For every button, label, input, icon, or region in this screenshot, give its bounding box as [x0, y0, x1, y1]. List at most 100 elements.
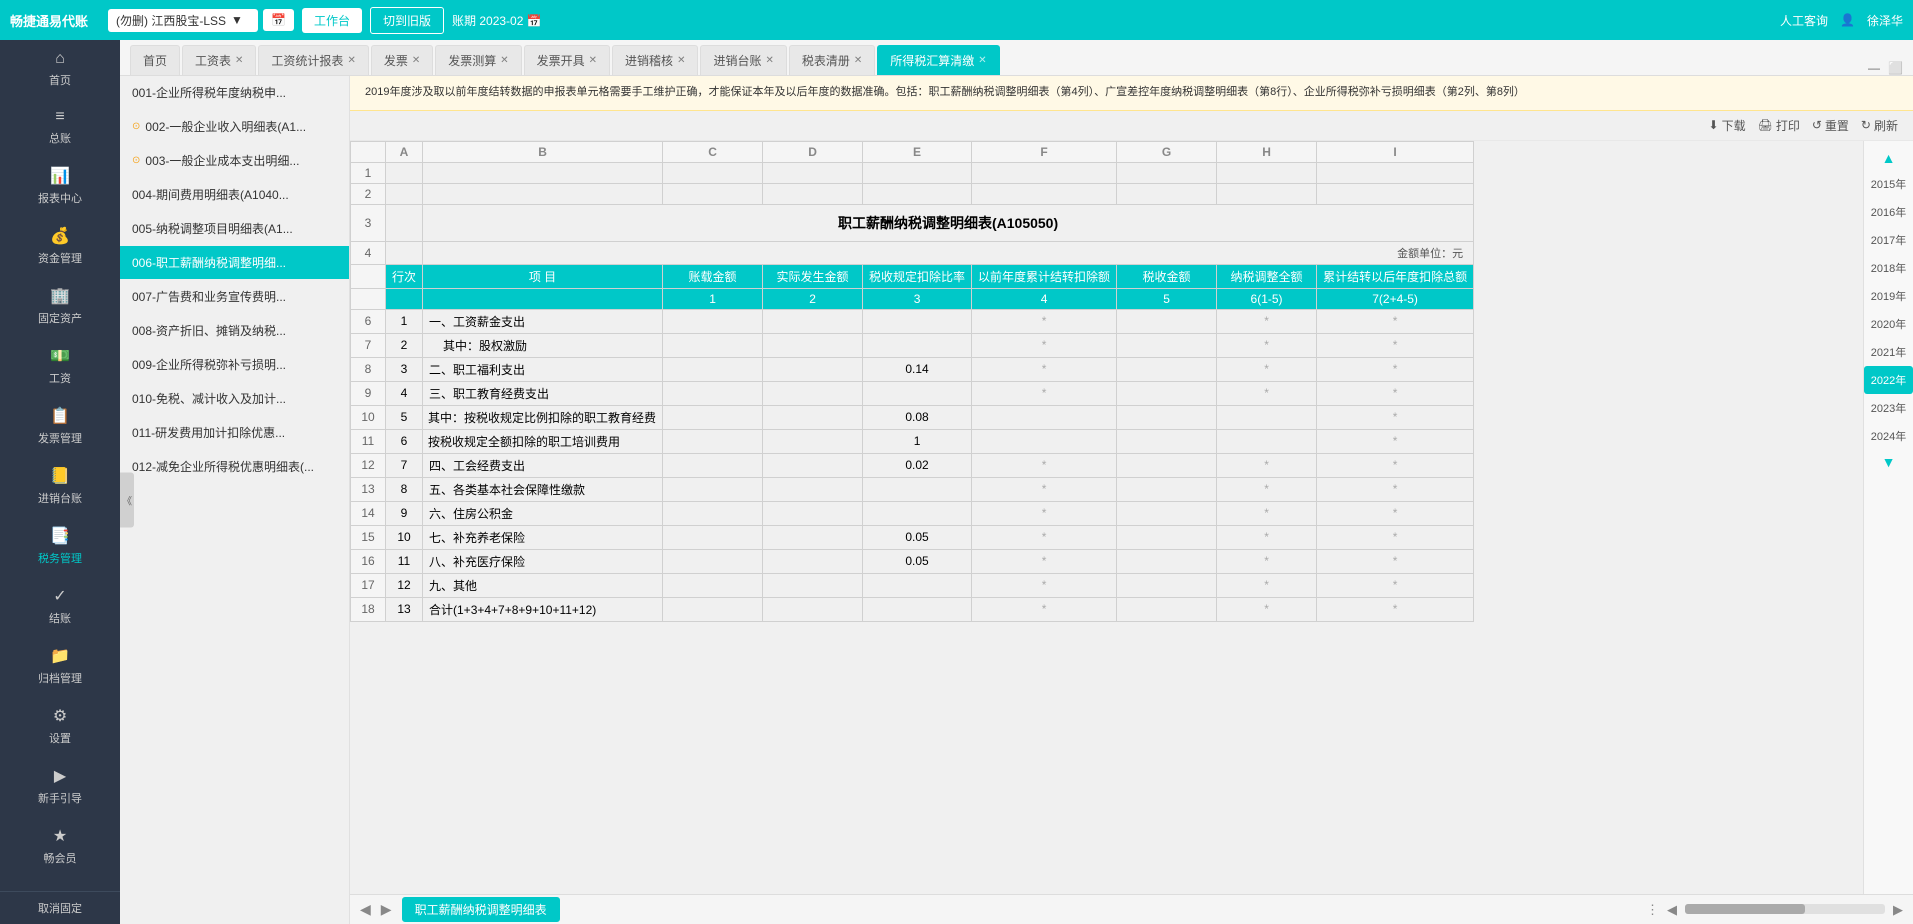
cell-r8-c5[interactable] — [1117, 477, 1217, 501]
sheet-scroll-bar-left[interactable]: ◀ — [1667, 902, 1677, 918]
cell-r4-c5[interactable] — [1117, 381, 1217, 405]
download-btn[interactable]: ⬇ 下载 — [1709, 117, 1746, 134]
item-row1[interactable]: 一、工资薪金支出 — [423, 309, 663, 333]
user-name[interactable]: 徐泽华 — [1867, 12, 1903, 29]
cell-r2-c4[interactable]: * — [972, 333, 1117, 357]
cell-r1-c1[interactable] — [663, 309, 763, 333]
cell-r8-c1[interactable] — [663, 477, 763, 501]
cell-r1-c4[interactable]: * — [972, 309, 1117, 333]
cell-r3-c3[interactable]: 0.14 — [863, 357, 972, 381]
workbench-btn[interactable]: 工作台 — [302, 8, 362, 33]
cell-r2-c3[interactable] — [863, 333, 972, 357]
item-row5[interactable]: 其中：按税收规定比例扣除的职工教育经费 — [423, 405, 663, 429]
cell-r7-c7[interactable]: * — [1317, 453, 1474, 477]
cell-r5-c3[interactable]: 0.08 — [863, 405, 972, 429]
item-row7[interactable]: 四、工会经费支出 — [423, 453, 663, 477]
cell-r6-c2[interactable] — [763, 429, 863, 453]
tab-purchase-ledger[interactable]: 进销台账 ✕ — [700, 45, 786, 75]
close-tax-clearance[interactable]: ✕ — [854, 55, 862, 66]
collapse-toggle[interactable]: 《 — [120, 473, 134, 528]
cell-r9-c2[interactable] — [763, 501, 863, 525]
cell-r3-c6[interactable]: * — [1217, 357, 1317, 381]
form-item-011[interactable]: 011-研发费用加计扣除优惠... — [120, 416, 349, 450]
sidebar-item-fixed[interactable]: 🏢 固定资产 — [0, 276, 120, 336]
close-salary-table[interactable]: ✕ — [235, 55, 243, 66]
item-row9[interactable]: 六、住房公积金 — [423, 501, 663, 525]
cell-r6-c3[interactable]: 1 — [863, 429, 972, 453]
year-2019[interactable]: 2019年 — [1864, 282, 1913, 310]
cell-r10-c2[interactable] — [763, 525, 863, 549]
cell-r5-c7[interactable]: * — [1317, 405, 1474, 429]
sidebar-item-asset[interactable]: 💰 资金管理 — [0, 216, 120, 276]
print-btn[interactable]: 🖨 打印 — [1758, 117, 1800, 134]
cell-r6-c7[interactable]: * — [1317, 429, 1474, 453]
sidebar-item-invoice[interactable]: 📋 发票管理 — [0, 396, 120, 456]
sheet-scroll-right[interactable]: ▶ — [381, 901, 392, 918]
tab-invoice-calc[interactable]: 发票测算 ✕ — [435, 45, 521, 75]
cell-r11-c6[interactable]: * — [1217, 549, 1317, 573]
spreadsheet-container[interactable]: A B C D E F G H I — [350, 141, 1863, 894]
cell-r11-c4[interactable]: * — [972, 549, 1117, 573]
cell-r9-c1[interactable] — [663, 501, 763, 525]
cell-r8-c2[interactable] — [763, 477, 863, 501]
refresh-btn[interactable]: ↻ 刷新 — [1861, 117, 1898, 134]
sidebar-item-report[interactable]: 📊 报表中心 — [0, 156, 120, 216]
sheet-menu-icon[interactable]: ⋮ — [1646, 902, 1659, 918]
item-row4[interactable]: 三、职工教育经费支出 — [423, 381, 663, 405]
item-row6[interactable]: 按税收规定全额扣除的职工培训费用 — [423, 429, 663, 453]
item-row8[interactable]: 五、各类基本社会保障性缴款 — [423, 477, 663, 501]
cell-r13-c6[interactable]: * — [1217, 597, 1317, 621]
form-item-005[interactable]: 005-纳税调整项目明细表(A1... — [120, 212, 349, 246]
form-item-007[interactable]: 007-广告费和业务宣传费明... — [120, 280, 349, 314]
cell-r6-c5[interactable] — [1117, 429, 1217, 453]
cell-r8-c3[interactable] — [863, 477, 972, 501]
cell-r2-c1[interactable] — [663, 333, 763, 357]
tab-salary-table[interactable]: 工资表 ✕ — [182, 45, 256, 75]
cell-r7-c6[interactable]: * — [1217, 453, 1317, 477]
tab-salary-stats[interactable]: 工资统计报表 ✕ — [258, 45, 368, 75]
cell-r5-c1[interactable] — [663, 405, 763, 429]
cell-r11-c2[interactable] — [763, 549, 863, 573]
cell-r11-c1[interactable] — [663, 549, 763, 573]
cell-r4-c3[interactable] — [863, 381, 972, 405]
year-2020[interactable]: 2020年 — [1864, 310, 1913, 338]
cell-r12-c6[interactable]: * — [1217, 573, 1317, 597]
sheet-scroll-left[interactable]: ◀ — [360, 901, 371, 918]
cell-r4-c4[interactable]: * — [972, 381, 1117, 405]
cell-r12-c4[interactable]: * — [972, 573, 1117, 597]
support-link[interactable]: 人工客询 — [1780, 12, 1828, 29]
cell-r12-c5[interactable] — [1117, 573, 1217, 597]
sidebar-item-tax[interactable]: 📑 税务管理 — [0, 516, 120, 576]
company-selector[interactable]: (勿删) 江西股宝-LSS ▼ — [108, 9, 258, 32]
cell-r11-c7[interactable]: * — [1317, 549, 1474, 573]
sidebar-item-salary[interactable]: 💵 工资 — [0, 336, 120, 396]
tab-minimize-icon[interactable]: — — [1868, 61, 1880, 75]
item-row13[interactable]: 合计(1+3+4+7+8+9+10+11+12) — [423, 597, 663, 621]
year-nav-down[interactable]: ▼ — [1878, 450, 1900, 474]
cell-r2-c7[interactable]: * — [1317, 333, 1474, 357]
cell-r4-c6[interactable]: * — [1217, 381, 1317, 405]
cell-r13-c3[interactable] — [863, 597, 972, 621]
item-row10[interactable]: 七、补充养老保险 — [423, 525, 663, 549]
cell-r13-c4[interactable]: * — [972, 597, 1117, 621]
cell-r1-c2[interactable] — [763, 309, 863, 333]
close-income-tax[interactable]: ✕ — [978, 55, 986, 66]
tab-tax-clearance[interactable]: 税表清册 ✕ — [789, 45, 875, 75]
sidebar-item-guide[interactable]: ▶ 新手引导 — [0, 756, 120, 816]
form-item-006[interactable]: 006-职工薪酬纳税调整明细... — [120, 246, 349, 280]
switch-old-btn[interactable]: 切到旧版 — [370, 7, 444, 34]
cell-r4-c2[interactable] — [763, 381, 863, 405]
cell-r3-c4[interactable]: * — [972, 357, 1117, 381]
cell-r10-c7[interactable]: * — [1317, 525, 1474, 549]
tab-maximize-icon[interactable]: ⬜ — [1888, 61, 1903, 75]
item-row2[interactable]: 其中：股权激励 — [423, 333, 663, 357]
cell-r13-c2[interactable] — [763, 597, 863, 621]
cell-r9-c3[interactable] — [863, 501, 972, 525]
sidebar-bottom-cancel[interactable]: 取消固定 — [0, 891, 120, 924]
cell-r7-c5[interactable] — [1117, 453, 1217, 477]
cell-r10-c6[interactable]: * — [1217, 525, 1317, 549]
form-item-004[interactable]: 004-期间费用明细表(A1040... — [120, 178, 349, 212]
cell-r10-c3[interactable]: 0.05 — [863, 525, 972, 549]
year-2023[interactable]: 2023年 — [1864, 394, 1913, 422]
cell-r3-c7[interactable]: * — [1317, 357, 1474, 381]
